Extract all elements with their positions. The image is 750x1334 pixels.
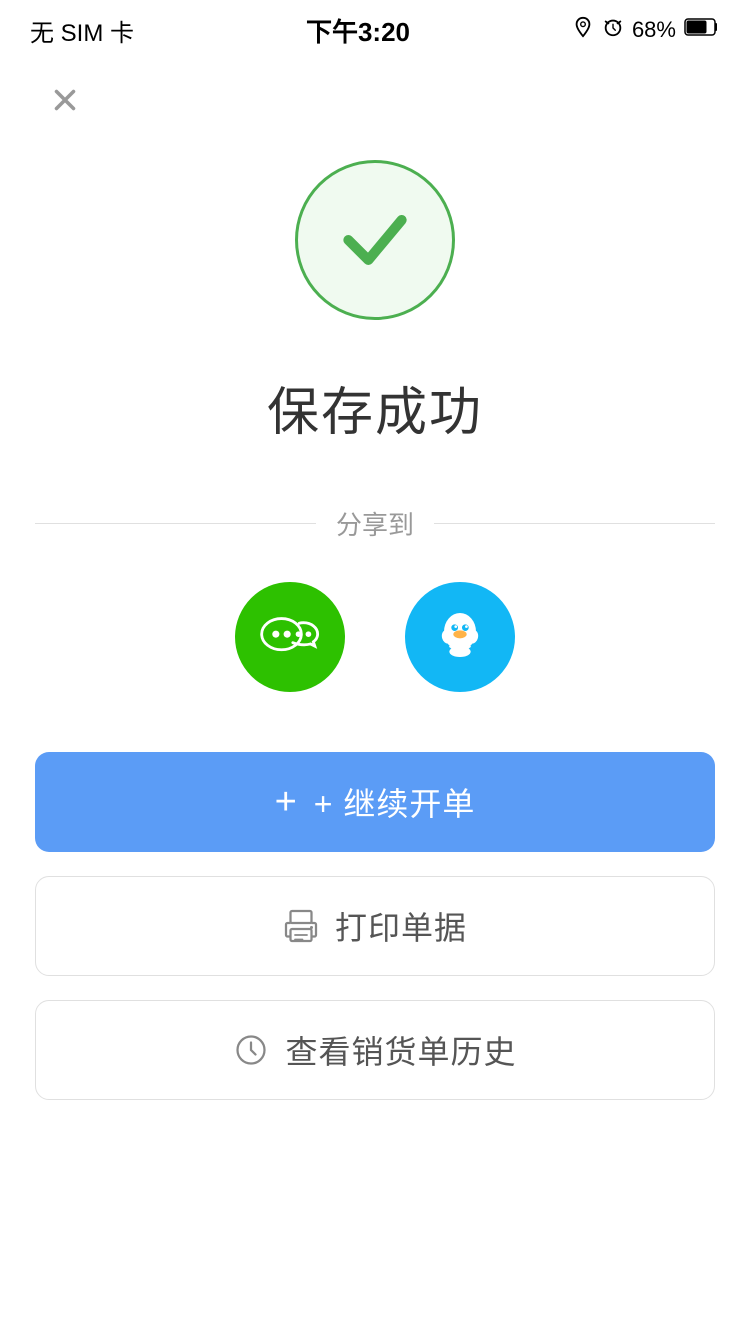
wechat-share-button[interactable] [235, 582, 345, 692]
continue-order-label: + 继续开单 [314, 779, 476, 825]
status-left: 无 SIM 卡 [30, 13, 144, 48]
wechat-logo [256, 603, 324, 671]
qq-logo [428, 605, 492, 669]
share-line-left [35, 523, 316, 524]
continue-order-button[interactable]: + + 继续开单 [35, 752, 715, 852]
share-line-right [434, 523, 715, 524]
close-button[interactable] [40, 75, 90, 125]
main-content: 保存成功 分享到 [0, 60, 750, 1100]
view-history-label: 查看销货单历史 [285, 1027, 516, 1073]
success-circle [295, 160, 455, 320]
carrier-text: 无 SIM 卡 [30, 13, 134, 48]
share-icons-row [235, 582, 515, 692]
status-time: 下午3:20 [306, 12, 410, 49]
battery-text: 68% [632, 17, 676, 43]
share-label: 分享到 [316, 505, 434, 542]
status-bar: 无 SIM 卡 下午3:20 68% [0, 0, 750, 60]
printer-icon [283, 908, 319, 944]
view-history-button[interactable]: 查看销货单历史 [35, 1000, 715, 1100]
success-title: 保存成功 [267, 370, 483, 445]
plus-icon: + [275, 781, 298, 824]
print-receipt-button[interactable]: 打印单据 [35, 876, 715, 976]
checkmark-icon [335, 200, 415, 280]
qq-share-button[interactable] [405, 582, 515, 692]
action-buttons: + + 继续开单 打印单据 查看销货单历史 [35, 752, 715, 1100]
share-divider-row: 分享到 [35, 505, 715, 542]
alarm-icon [602, 16, 624, 44]
share-section: 分享到 [0, 505, 750, 692]
print-receipt-label: 打印单据 [335, 903, 467, 949]
history-icon [233, 1032, 269, 1068]
status-right: 68% [572, 16, 720, 44]
battery-icon [684, 16, 720, 44]
location-icon [572, 16, 594, 44]
